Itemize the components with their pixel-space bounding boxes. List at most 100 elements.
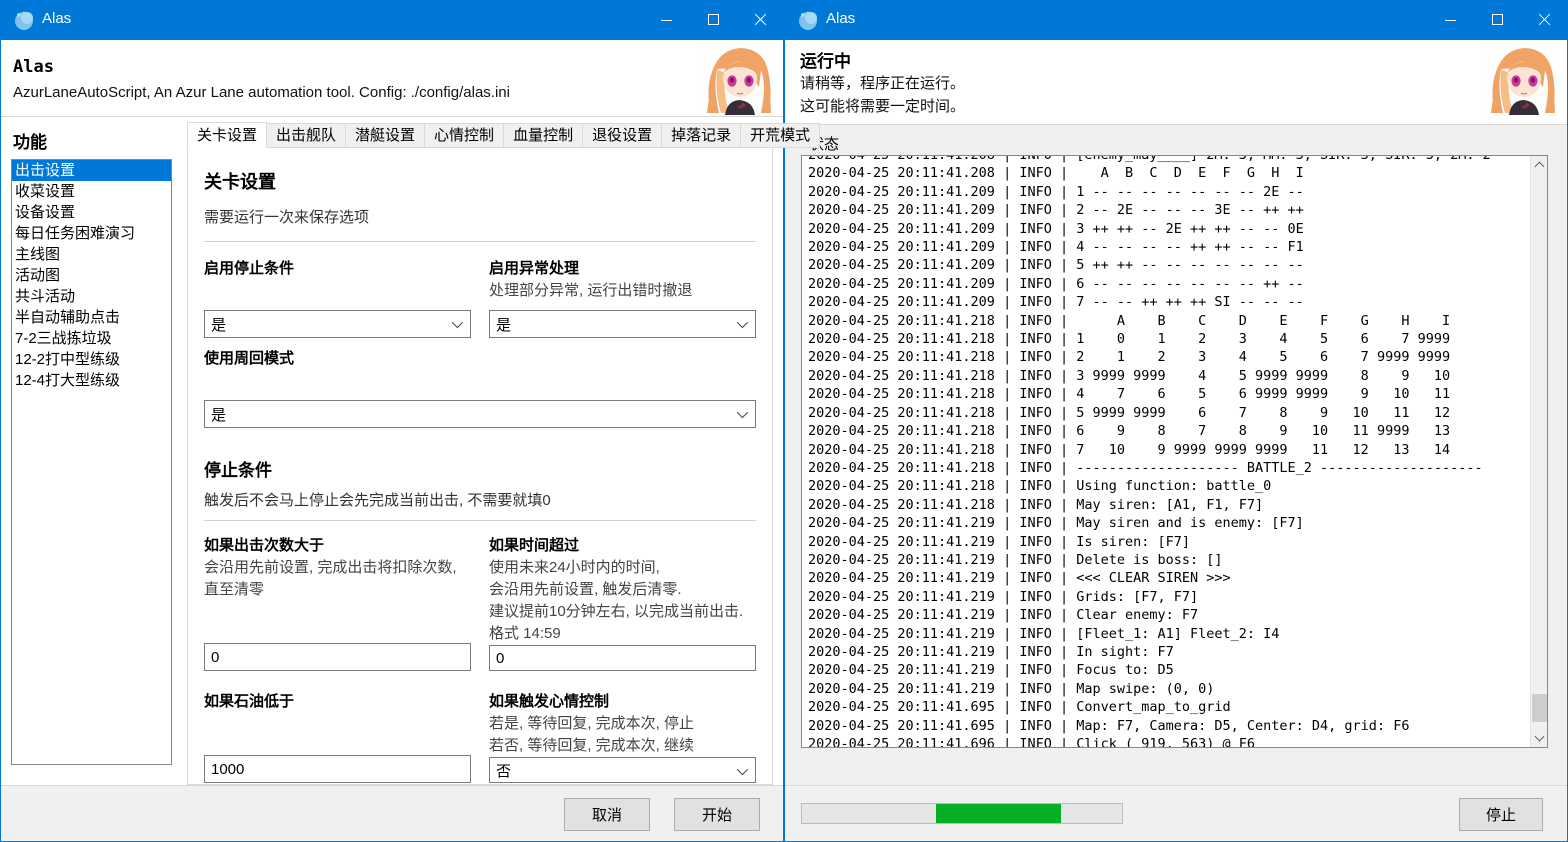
if-count-greater-input[interactable] [204, 643, 471, 671]
field-enable-exception: 启用异常处理 处理部分异常, 运行出错时撤退 是 [489, 258, 756, 338]
sidebar-item[interactable]: 收菜设置 [12, 181, 171, 202]
sidebar-item[interactable]: 每日任务困难演习 [12, 223, 171, 244]
titlebar[interactable]: Alas [784, 0, 1568, 40]
field-desc: 若是, 等待回复, 完成本次, 停止 [489, 713, 756, 735]
maximize-icon [708, 14, 719, 25]
close-button[interactable] [1521, 0, 1568, 40]
tab[interactable]: 潜艇设置 [346, 123, 425, 148]
close-button[interactable] [737, 0, 784, 40]
minimize-button[interactable] [1427, 0, 1474, 40]
field-if-oil-lower: 如果石油低于 [204, 691, 471, 783]
sidebar-item[interactable]: 设备设置 [12, 202, 171, 223]
tab[interactable]: 心情控制 [425, 123, 504, 148]
titlebar[interactable]: Alas [0, 0, 784, 40]
pane-title: 关卡设置 [204, 168, 756, 194]
divider [204, 241, 756, 242]
alas-settings-window: Alas Alas AzurLaneAutoScript, An Azur La… [0, 0, 784, 842]
field-label: 启用停止条件 [204, 258, 471, 280]
field-if-emotion-trigger: 如果触发心情控制 若是, 等待回复, 完成本次, 停止 若否, 等待回复, 完成… [489, 691, 756, 783]
run-status-line: 这可能将需要一定时间。 [800, 95, 965, 116]
log-output[interactable]: 2020-04-25 20:11:41.208 | INFO | [enemy_… [801, 155, 1548, 748]
field-label: 如果出击次数大于 [204, 535, 471, 557]
maximize-button[interactable] [1474, 0, 1521, 40]
maximize-button[interactable] [690, 0, 737, 40]
chevron-up-icon [1535, 162, 1545, 172]
alas-run-window: Alas 运行中 请稍等，程序正在运行。 这可能将需要一定时间。 [784, 0, 1568, 842]
avatar [1487, 43, 1559, 115]
field-desc: 直至清零 [204, 579, 471, 601]
form-row: 如果石油低于 如果触发心情控制 若是, 等待回复, 完成本次, 停止 若否, 等… [204, 691, 756, 783]
sidebar-item[interactable]: 主线图 [12, 244, 171, 265]
scroll-up-button[interactable] [1531, 156, 1548, 173]
status-panel: 状态 2020-04-25 20:11:41.208 | INFO | [ene… [785, 125, 1567, 841]
start-button[interactable]: 开始 [674, 798, 760, 831]
app-header: Alas AzurLaneAutoScript, An Azur Lane au… [1, 40, 783, 117]
if-oil-lower-input[interactable] [204, 755, 471, 783]
divider [204, 520, 756, 521]
progress-bar [801, 803, 1123, 824]
if-time-exceeds-input[interactable] [489, 645, 756, 671]
sidebar-item[interactable]: 12-4打大型练级 [12, 370, 171, 391]
sidebar-item[interactable]: 出击设置 [12, 160, 171, 181]
app-subtitle: AzurLaneAutoScript, An Azur Lane automat… [13, 84, 510, 101]
tab[interactable]: 掉落记录 [662, 123, 741, 148]
stop-button[interactable]: 停止 [1459, 798, 1543, 831]
run-status-title: 运行中 [800, 47, 851, 72]
loop-mode-select[interactable]: 是 [204, 400, 756, 428]
tab[interactable]: 退役设置 [583, 123, 662, 148]
if-emotion-trigger-select[interactable]: 否 [489, 757, 756, 783]
sidebar-item[interactable]: 半自动辅助点击 [12, 307, 171, 328]
chevron-down-icon [737, 317, 748, 328]
window-title: Alas [42, 10, 71, 27]
sidebar-item[interactable]: 7-2三战拣垃圾 [12, 328, 171, 349]
tab-pane-stage-settings: 关卡设置 需要运行一次来保存选项 启用停止条件 是 启用异常处理 处理部分异常,… [187, 147, 773, 785]
log-text: 2020-04-25 20:11:41.208 | INFO | [enemy_… [802, 155, 1547, 748]
tab[interactable]: 血量控制 [504, 123, 583, 148]
field-label: 如果石油低于 [204, 691, 471, 713]
maximize-icon [1492, 14, 1503, 25]
run-status-line: 请稍等，程序正在运行。 [800, 72, 965, 93]
app-title: Alas [13, 57, 54, 77]
field-label: 如果触发心情控制 [489, 691, 756, 713]
scroll-down-button[interactable] [1531, 730, 1548, 747]
tab[interactable]: 开荒模式 [741, 123, 820, 148]
field-desc: 会沿用先前设置, 触发后清零. [489, 579, 756, 601]
enable-stop-condition-select[interactable]: 是 [204, 310, 471, 338]
field-desc: 使用未来24小时内的时间, [489, 557, 756, 579]
section-title: 停止条件 [204, 456, 756, 481]
sidebar-item[interactable]: 12-2打中型练级 [12, 349, 171, 370]
alas-app-icon [797, 9, 819, 31]
log-scrollbar[interactable] [1530, 156, 1547, 747]
avatar [703, 43, 775, 115]
tab-row: 关卡设置出击舰队潜艇设置心情控制血量控制退役设置掉落记录开荒模式 [187, 122, 773, 148]
field-label: 启用异常处理 [489, 258, 756, 280]
tab[interactable]: 关卡设置 [187, 122, 267, 148]
sidebar-heading: 功能 [13, 128, 47, 153]
field-label: 如果时间超过 [489, 535, 756, 557]
alas-app-icon [13, 9, 35, 31]
form-row: 启用停止条件 是 启用异常处理 处理部分异常, 运行出错时撤退 是 [204, 258, 756, 338]
field-label: 使用周回模式 [204, 348, 756, 370]
field-if-time-exceeds: 如果时间超过 使用未来24小时内的时间, 会沿用先前设置, 触发后清零. 建议提… [489, 535, 756, 671]
form-row: 如果出击次数大于 会沿用先前设置, 完成出击将扣除次数, 直至清零 如果时间超过… [204, 535, 756, 671]
field-desc: 格式 14:59 [489, 623, 756, 645]
chevron-down-icon [1535, 732, 1545, 742]
enable-exception-select[interactable]: 是 [489, 310, 756, 338]
run-header: 运行中 请稍等，程序正在运行。 这可能将需要一定时间。 [785, 40, 1567, 125]
sidebar-item[interactable]: 活动图 [12, 265, 171, 286]
cancel-button[interactable]: 取消 [564, 798, 650, 831]
chevron-down-icon [737, 764, 748, 775]
field-desc: 若否, 等待回复, 完成本次, 继续 [489, 735, 756, 757]
field-desc: 处理部分异常, 运行出错时撤退 [489, 280, 756, 302]
sidebar-item[interactable]: 共斗活动 [12, 286, 171, 307]
field-desc: 建议提前10分钟左右, 以完成当前出击. [489, 601, 756, 623]
progress-indicator [936, 804, 1061, 823]
section-desc: 触发后不会马上停止会先完成当前出击, 不需要就填0 [204, 489, 756, 510]
tab[interactable]: 出击舰队 [267, 123, 346, 148]
function-list[interactable]: 出击设置收菜设置设备设置每日任务困难演习主线图活动图共斗活动半自动辅助点击7-2… [11, 159, 172, 765]
scrollbar-thumb[interactable] [1532, 694, 1547, 722]
minimize-button[interactable] [643, 0, 690, 40]
field-loop-mode: 使用周回模式 是 [204, 348, 756, 428]
minimize-icon [1445, 20, 1456, 21]
window-title: Alas [826, 10, 855, 27]
